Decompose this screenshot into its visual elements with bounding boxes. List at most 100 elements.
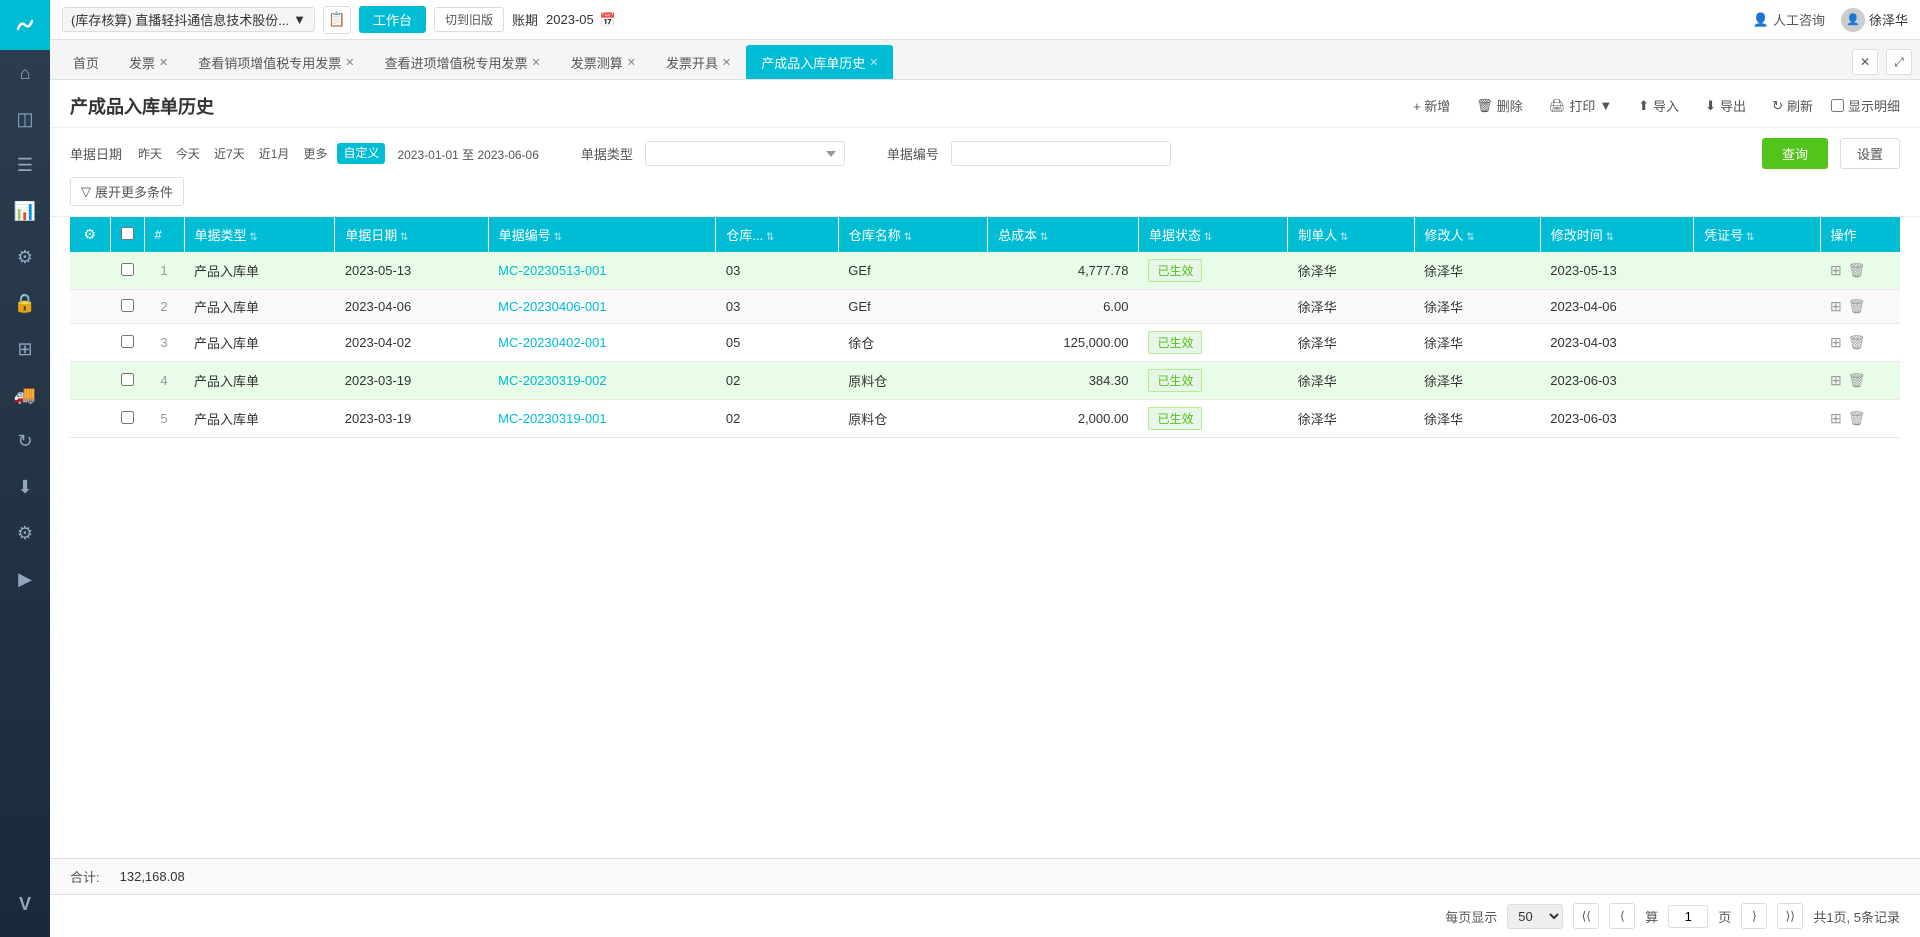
company-selector[interactable]: (库存核算) 直播轻抖通信息技术股份... ▼ [62,7,315,32]
date-1month[interactable]: 近1月 [255,143,294,164]
row-code-cell[interactable]: MC-20230319-002 [488,362,716,400]
next-page-button[interactable]: ⟩ [1741,903,1767,929]
tab-input-vat-close[interactable]: ✕ [532,56,541,69]
row-edit-icon[interactable]: ⊞ [1830,334,1842,351]
col-voucher[interactable]: 凭证号 [1694,217,1820,252]
col-select-all[interactable] [110,217,144,252]
row-code-link[interactable]: MC-20230406-001 [498,299,606,314]
date-more[interactable]: 更多 [299,143,331,164]
display-toggle[interactable]: 显示明细 [1831,96,1900,115]
row-checkbox-cell[interactable] [110,290,144,324]
tab-product-history[interactable]: 产成品入库单历史 ✕ [746,45,893,79]
set-button[interactable]: 设置 [1840,138,1900,169]
support-button[interactable]: 👤 人工咨询 [1753,10,1825,29]
sidebar-item-home[interactable]: ⌂ [0,50,50,96]
select-all-checkbox[interactable] [121,227,134,240]
delete-button[interactable]: 🗑 删除 [1468,92,1531,119]
col-creator[interactable]: 制单人 [1288,217,1414,252]
tab-invoice-open-close[interactable]: ✕ [722,56,731,69]
tab-product-history-close[interactable]: ✕ [869,56,878,69]
refresh-button[interactable]: ↻ 刷新 [1764,92,1821,119]
document-icon[interactable]: 📋 [323,6,351,34]
sidebar-item-list[interactable]: ☰ [0,142,50,188]
first-page-button[interactable]: ⟨⟨ [1573,903,1599,929]
row-code-cell[interactable]: MC-20230406-001 [488,290,716,324]
row-delete-icon[interactable]: 🗑 [1848,298,1866,315]
sidebar-item-lock[interactable]: 🔒 [0,280,50,326]
export-button[interactable]: ⬇ 导出 [1697,92,1754,119]
print-button[interactable]: 🖨 打印 ▼ [1541,92,1620,119]
col-code[interactable]: 单据编号 [488,217,716,252]
date-yesterday[interactable]: 昨天 [134,143,166,164]
row-edit-icon[interactable]: ⊞ [1830,410,1842,427]
row-checkbox[interactable] [121,335,134,348]
col-date[interactable]: 单据日期 [335,217,488,252]
tab-invoice-close[interactable]: ✕ [159,56,168,69]
row-checkbox-cell[interactable] [110,400,144,438]
col-type[interactable]: 单据类型 [184,217,335,252]
tab-invoice-calc[interactable]: 发票测算 ✕ [556,45,651,79]
sidebar-item-settings[interactable]: ⚙ [0,234,50,280]
row-delete-icon[interactable]: 🗑 [1848,262,1866,279]
sidebar-item-org[interactable]: ◫ [0,96,50,142]
sidebar-item-gear2[interactable]: ⚙ [0,510,50,556]
tab-expand-button[interactable]: ⤢ [1886,49,1912,75]
row-delete-icon[interactable]: 🗑 [1848,372,1866,389]
sidebar-item-grid[interactable]: ⊞ [0,326,50,372]
last-page-button[interactable]: ⟩⟩ [1777,903,1803,929]
row-code-link[interactable]: MC-20230513-001 [498,263,606,278]
type-filter-select[interactable]: 产品入库单 [645,141,845,166]
col-warehouse-code[interactable]: 仓库... [716,217,838,252]
col-total-cost[interactable]: 总成本 [988,217,1139,252]
date-today[interactable]: 今天 [172,143,204,164]
row-checkbox[interactable] [121,299,134,312]
row-checkbox[interactable] [121,373,134,386]
tab-home[interactable]: 首页 [58,45,114,79]
switch-old-button[interactable]: 切到旧版 [434,7,504,32]
row-code-link[interactable]: MC-20230319-002 [498,373,606,388]
sidebar-item-v[interactable]: V [0,881,50,927]
sidebar-item-download[interactable]: ⬇ [0,464,50,510]
num-filter-input[interactable] [951,141,1171,166]
col-status[interactable]: 单据状态 [1138,217,1287,252]
workbench-button[interactable]: 工作台 [359,6,426,33]
row-edit-icon[interactable]: ⊞ [1830,298,1842,315]
tab-sales-vat[interactable]: 查看销项增值税专用发票 ✕ [183,45,369,79]
row-code-cell[interactable]: MC-20230402-001 [488,324,716,362]
expand-filter-button[interactable]: ▽ 展开更多条件 [70,177,184,206]
sidebar-item-refresh[interactable]: ↻ [0,418,50,464]
tab-input-vat[interactable]: 查看进项增值税专用发票 ✕ [369,45,555,79]
row-edit-icon[interactable]: ⊞ [1830,372,1842,389]
tab-invoice-open[interactable]: 发票开具 ✕ [651,45,746,79]
row-delete-icon[interactable]: 🗑 [1848,334,1866,351]
row-checkbox-cell[interactable] [110,324,144,362]
row-code-link[interactable]: MC-20230319-001 [498,411,606,426]
settings-icon[interactable]: ⚙ [83,226,96,242]
col-modifier[interactable]: 修改人 [1414,217,1540,252]
sidebar-item-play[interactable]: ▶ [0,556,50,602]
user-menu[interactable]: 👤 徐泽华 [1841,8,1908,32]
sidebar-item-chart[interactable]: 📊 [0,188,50,234]
query-button[interactable]: 查询 [1762,138,1828,169]
row-checkbox-cell[interactable] [110,252,144,290]
app-logo[interactable] [0,0,50,50]
tab-sales-vat-close[interactable]: ✕ [345,56,354,69]
row-code-cell[interactable]: MC-20230319-001 [488,400,716,438]
col-modify-time[interactable]: 修改时间 [1540,217,1693,252]
tab-invoice-calc-close[interactable]: ✕ [627,56,636,69]
col-warehouse-name[interactable]: 仓库名称 [838,217,987,252]
row-checkbox[interactable] [121,411,134,424]
sidebar-item-delivery[interactable]: 🚚 [0,372,50,418]
tab-close-all-button[interactable]: ✕ [1852,49,1878,75]
date-7days[interactable]: 近7天 [210,143,249,164]
new-button[interactable]: + 新增 [1405,92,1458,119]
calendar-icon[interactable]: 📅 [600,12,616,28]
per-page-select[interactable]: 20 50 100 [1507,904,1563,929]
prev-page-button[interactable]: ⟨ [1609,903,1635,929]
row-checkbox-cell[interactable] [110,362,144,400]
date-custom-tag[interactable]: 自定义 [337,143,385,164]
import-button[interactable]: ⬆ 导入 [1630,92,1687,119]
display-toggle-checkbox[interactable] [1831,99,1844,112]
row-code-link[interactable]: MC-20230402-001 [498,335,606,350]
row-delete-icon[interactable]: 🗑 [1848,410,1866,427]
